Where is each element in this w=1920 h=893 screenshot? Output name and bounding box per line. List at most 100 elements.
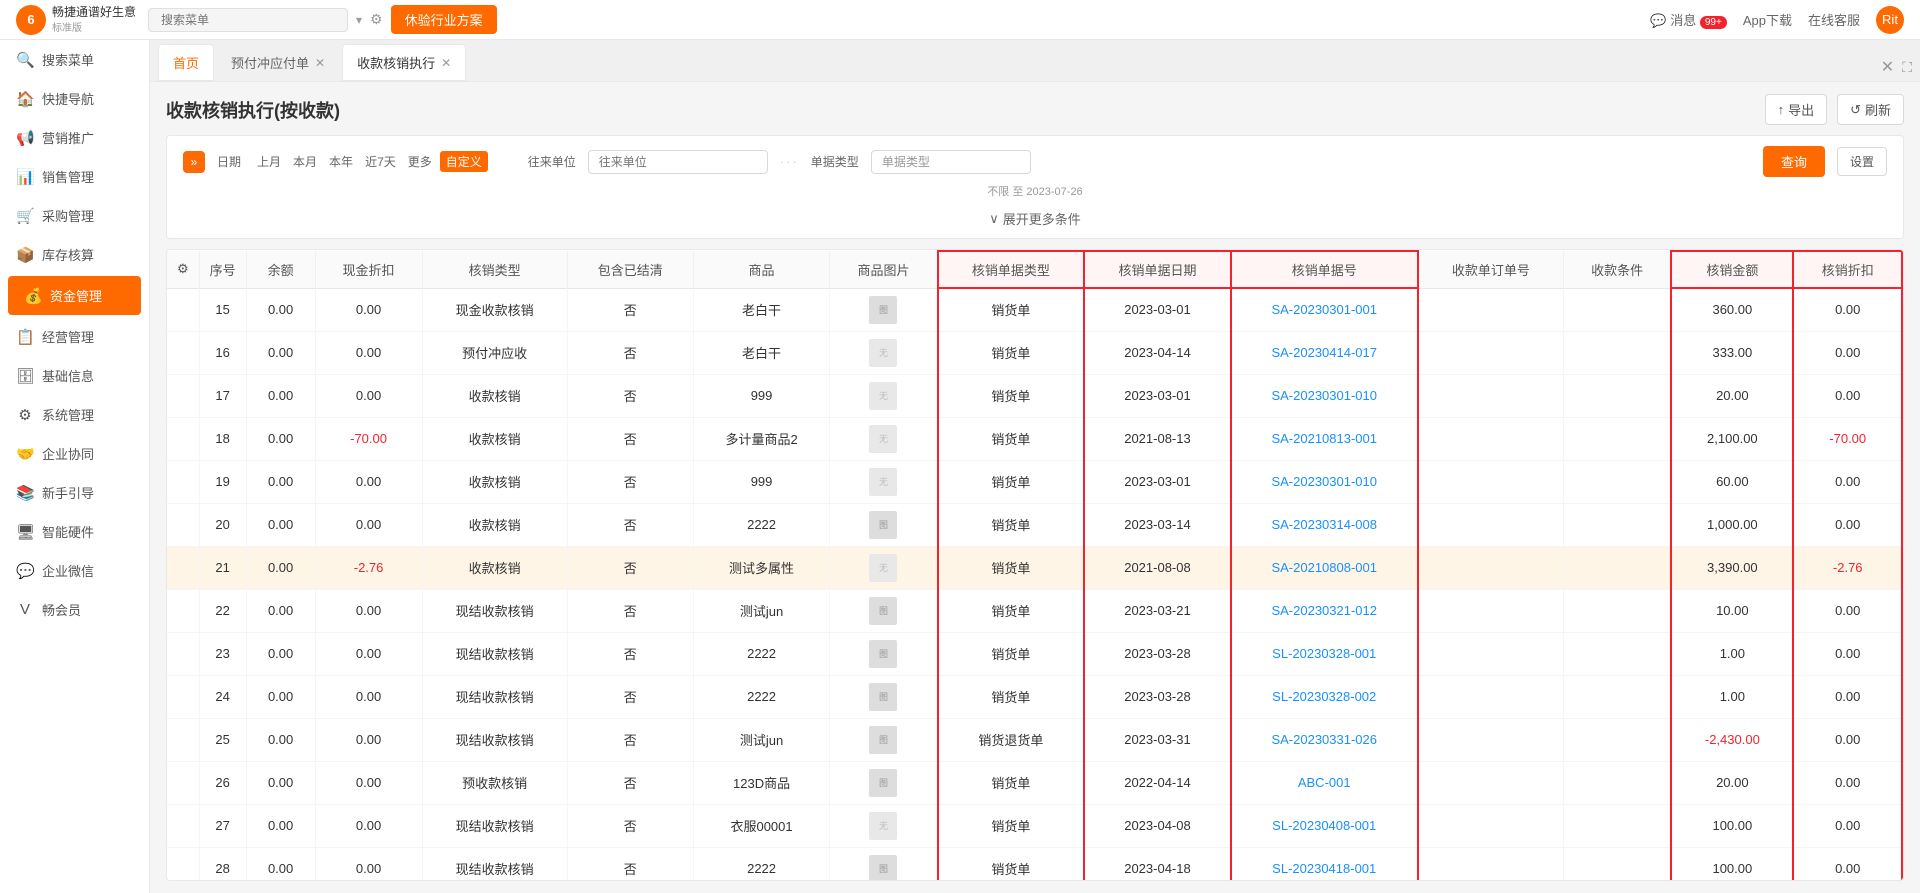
query-button[interactable]: 查询 [1763, 146, 1825, 177]
sidebar-item-finance[interactable]: 💰 资金管理 [8, 276, 141, 315]
td-write-off-no[interactable]: SA-20230331-026 [1231, 718, 1418, 761]
td-write-off-type: 现结收款核销 [422, 718, 567, 761]
settings-icon[interactable]: ⚙ [370, 11, 383, 28]
filter-second-row: 不限 至 2023-07-26 [183, 183, 1887, 199]
td-balance: 0.00 [246, 374, 315, 417]
solution-button[interactable]: 休验行业方案 [391, 5, 497, 34]
sidebar-item-system[interactable]: ⚙ 系统管理 [0, 395, 149, 434]
sidebar-item-guide[interactable]: 📚 新手引导 [0, 473, 149, 512]
td-no: 23 [199, 632, 246, 675]
sidebar-item-basic[interactable]: 🗄 基础信息 [0, 356, 149, 395]
tab-receipt[interactable]: 收款核销执行 ✕ [342, 44, 466, 81]
sidebar-label-purchase: 采购管理 [42, 206, 94, 225]
td-write-off-no[interactable]: SL-20230328-001 [1231, 632, 1418, 675]
date-link-custom[interactable]: 自定义 [440, 151, 488, 172]
sidebar-item-hardware[interactable]: 🖥 智能硬件 [0, 512, 149, 551]
sidebar-item-quick-nav[interactable]: 🏠 快捷导航 [0, 79, 149, 118]
td-write-off-no[interactable]: SA-20230314-008 [1231, 503, 1418, 546]
app-download-btn[interactable]: App下载 [1743, 10, 1792, 29]
td-write-off-type: 收款核销 [422, 546, 567, 589]
td-goods-img: 图 [830, 503, 938, 546]
top-search-input[interactable] [148, 8, 348, 32]
td-write-off-type: 现结收款核销 [422, 804, 567, 847]
date-link-this-month[interactable]: 本月 [289, 151, 321, 172]
td-write-off-amount: 333.00 [1671, 331, 1793, 374]
td-write-off-no[interactable]: SL-20230418-001 [1231, 847, 1418, 881]
tab-close-all-icon[interactable]: ✕ [1881, 57, 1894, 77]
page-header: 收款核销执行(按收款) ↑ 导出 ↺ 刷新 [166, 94, 1904, 125]
sidebar-item-inventory[interactable]: 📦 库存核算 [0, 235, 149, 274]
td-receipt-condition [1564, 460, 1672, 503]
home-icon: 🏠 [16, 90, 34, 108]
td-write-off-no[interactable]: SL-20230408-001 [1231, 804, 1418, 847]
td-write-off-amount: 3,390.00 [1671, 546, 1793, 589]
td-no: 15 [199, 288, 246, 331]
td-goods-img: 图 [830, 589, 938, 632]
sidebar-item-sales[interactable]: 📊 销售管理 [0, 157, 149, 196]
tab-prepaid-close[interactable]: ✕ [315, 56, 325, 70]
td-no: 26 [199, 761, 246, 804]
td-cash-discount: 0.00 [315, 761, 422, 804]
sidebar-item-business[interactable]: 📋 经营管理 [0, 317, 149, 356]
sidebar-item-search[interactable]: 🔍 搜索菜单 [0, 40, 149, 79]
date-link-7days[interactable]: 近7天 [361, 151, 400, 172]
date-link-last-month[interactable]: 上月 [253, 151, 285, 172]
date-link-more[interactable]: 更多 [404, 151, 436, 172]
tab-prepaid[interactable]: 预付冲应付单 ✕ [216, 44, 340, 81]
td-write-off-no[interactable]: SA-20210808-001 [1231, 546, 1418, 589]
expand-more-button[interactable]: ∨ 展开更多条件 [989, 209, 1081, 228]
search-icon: 🔍 [16, 51, 34, 69]
td-balance: 0.00 [246, 804, 315, 847]
sidebar-item-enterprise[interactable]: 🤝 企业协同 [0, 434, 149, 473]
export-icon: ↑ [1778, 102, 1785, 117]
tab-receipt-close[interactable]: ✕ [441, 56, 451, 70]
td-receipt-order-no [1418, 331, 1564, 374]
filter-collapse-btn[interactable]: » [183, 151, 205, 173]
td-write-off-doc-type: 销货单 [938, 417, 1085, 460]
date-link-this-year[interactable]: 本年 [325, 151, 357, 172]
td-write-off-amount: 2,100.00 [1671, 417, 1793, 460]
td-write-off-no[interactable]: ABC-001 [1231, 761, 1418, 804]
sidebar-item-member[interactable]: V 畅会员 [0, 590, 149, 629]
td-write-off-no[interactable]: SL-20230328-002 [1231, 675, 1418, 718]
export-button[interactable]: ↑ 导出 [1765, 94, 1828, 125]
tab-expand-icon[interactable]: ⛶ [1902, 59, 1912, 76]
td-write-off-no[interactable]: SA-20230414-017 [1231, 331, 1418, 374]
td-no: 18 [199, 417, 246, 460]
td-write-off-no[interactable]: SA-20230301-001 [1231, 288, 1418, 331]
td-write-off-no[interactable]: SA-20210813-001 [1231, 417, 1418, 460]
sidebar-item-wechat[interactable]: 💬 企业微信 [0, 551, 149, 590]
td-write-off-no[interactable]: SA-20230321-012 [1231, 589, 1418, 632]
from-unit-input[interactable] [588, 150, 768, 174]
td-write-off-date: 2023-03-31 [1084, 718, 1231, 761]
tab-home[interactable]: 首页 [158, 44, 214, 81]
top-bar: 6 畅捷通谱好生意 标准版 ▾ ⚙ 休验行业方案 💬 消息 99+ App下载 … [0, 0, 1920, 40]
sidebar-item-marketing[interactable]: 📢 营销推广 [0, 118, 149, 157]
table-row: 24 0.00 0.00 现结收款核销 否 2222 图 销货单 2023-03… [167, 675, 1902, 718]
refresh-button[interactable]: ↺ 刷新 [1837, 94, 1904, 125]
td-write-off-type: 预付冲应收 [422, 331, 567, 374]
sidebar-item-purchase[interactable]: 🛒 采购管理 [0, 196, 149, 235]
table-row: 16 0.00 0.00 预付冲应收 否 老白干 无 销货单 2023-04-1… [167, 331, 1902, 374]
dropdown-icon[interactable]: ▾ [356, 13, 362, 27]
tab-prepaid-label: 预付冲应付单 [231, 53, 309, 72]
table-row: 25 0.00 0.00 现结收款核销 否 测试jun 图 销货退货单 2023… [167, 718, 1902, 761]
th-include-settled: 包含已结清 [567, 251, 693, 288]
td-write-off-discount: 0.00 [1793, 288, 1902, 331]
td-goods-img: 图 [830, 632, 938, 675]
table-container[interactable]: ⚙ 序号 余额 现金折扣 核销类型 包含已结清 商品 商品图片 核销单据类型 核… [166, 249, 1904, 881]
sidebar-label-quick-nav: 快捷导航 [42, 89, 94, 108]
user-avatar[interactable]: Rit [1876, 6, 1904, 34]
td-write-off-date: 2023-04-18 [1084, 847, 1231, 881]
date-filter-label: 日期 [217, 153, 241, 170]
td-write-off-no[interactable]: SA-20230301-010 [1231, 374, 1418, 417]
td-include-settled: 否 [567, 503, 693, 546]
td-receipt-order-no [1418, 632, 1564, 675]
td-cash-discount: 0.00 [315, 503, 422, 546]
voucher-type-select[interactable]: 单据类型 [871, 150, 1031, 174]
td-write-off-no[interactable]: SA-20230301-010 [1231, 460, 1418, 503]
td-write-off-date: 2023-03-28 [1084, 632, 1231, 675]
message-btn[interactable]: 💬 消息 99+ [1650, 10, 1726, 29]
setting-button[interactable]: 设置 [1837, 147, 1887, 176]
online-service-btn[interactable]: 在线客服 [1808, 10, 1860, 29]
